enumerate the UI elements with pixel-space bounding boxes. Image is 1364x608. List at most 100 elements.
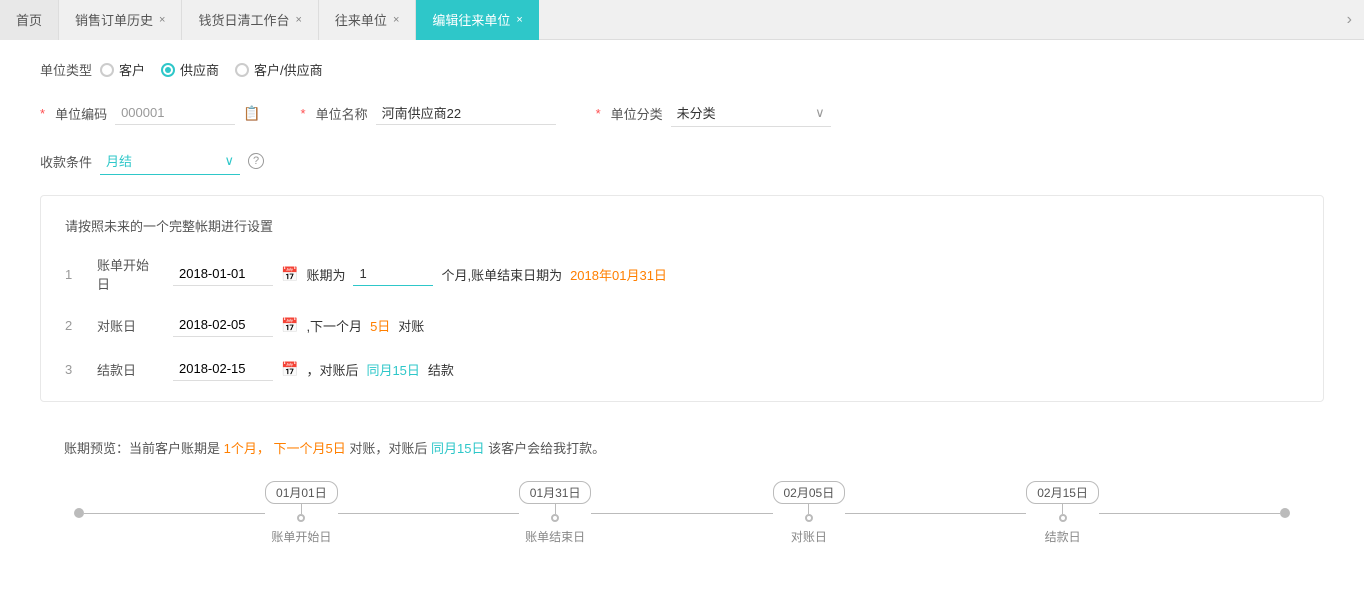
preview-section: 账期预览：当前客户账期是 1个月， 下一个月5日 对账，对账后 同月15日 该客… <box>40 422 1324 561</box>
unit-code-group: * 单位编码 📋 <box>40 101 261 125</box>
period-months-input[interactable] <box>353 262 433 286</box>
unit-category-group: * 单位分类 未分类 ∨ <box>596 99 831 127</box>
radio-supplier[interactable]: 供应商 <box>161 60 219 79</box>
unit-category-required: * <box>596 106 601 121</box>
timeline-line-3 <box>845 513 1026 514</box>
unit-code-copy-icon[interactable]: 📋 <box>243 105 260 122</box>
tab-home[interactable]: 首页 <box>0 0 59 40</box>
tab-contacts-label: 往来单位 <box>335 10 387 29</box>
tab-contacts[interactable]: 往来单位 × <box>319 0 416 40</box>
period-row-2: 2 对账日 📅 ,下一个月 5日 对账 <box>65 313 1299 337</box>
period-end-date-1: 2018年01月31日 <box>570 265 667 284</box>
radio-supplier-label: 供应商 <box>180 60 219 79</box>
period-suffix-end-2: 对账 <box>398 316 424 335</box>
timeline-line-1 <box>338 513 519 514</box>
period-num-2: 2 <box>65 318 81 333</box>
tab-sales-history[interactable]: 销售订单历史 × <box>59 0 182 40</box>
timeline-node-1: 01月01日 账单开始日 <box>265 481 338 545</box>
period-num-3: 3 <box>65 362 81 377</box>
payment-terms-value: 月结 <box>106 151 132 170</box>
unit-name-input[interactable] <box>376 101 556 125</box>
timeline-vline-2 <box>555 504 556 514</box>
period-suffix-end-3: 结款 <box>428 360 454 379</box>
preview-part1: 1个月， <box>224 441 270 456</box>
preview-text: 账期预览：当前客户账期是 1个月， 下一个月5日 对账，对账后 同月15日 该客… <box>64 438 1300 457</box>
unit-type-group: 单位类型 客户 供应商 客户/供应商 <box>40 60 323 79</box>
period-value-1: 📅 账期为 个月,账单结束日期为 2018年01月31日 <box>173 262 667 286</box>
tab-edit-contact-close[interactable]: × <box>516 14 522 26</box>
tab-home-label: 首页 <box>16 10 42 29</box>
timeline-sub-3: 对账日 <box>791 528 827 545</box>
tab-bar: 首页 销售订单历史 × 钱货日清工作台 × 往来单位 × 编辑往来单位 × › <box>0 0 1364 40</box>
main-content: 单位类型 客户 供应商 客户/供应商 * 单位编码 <box>0 40 1364 608</box>
radio-customer[interactable]: 客户 <box>100 60 145 79</box>
timeline-dot-3 <box>805 514 813 522</box>
tab-edit-contact-label: 编辑往来单位 <box>432 10 510 29</box>
tab-more-button[interactable]: › <box>1335 0 1364 40</box>
timeline-node-4: 02月15日 结款日 <box>1026 481 1099 545</box>
timeline-node-3: 02月05日 对账日 <box>773 481 846 545</box>
radio-customer-label: 客户 <box>119 60 145 79</box>
period-cal-icon-2[interactable]: 📅 <box>281 317 298 334</box>
payment-terms-help-icon[interactable]: ? <box>248 153 264 169</box>
timeline-vline-1 <box>301 504 302 514</box>
unit-type-label: 单位类型 <box>40 60 92 79</box>
timeline-container: 01月01日 账单开始日 01月31日 账单结束日 02月05日 对账日 <box>64 481 1300 545</box>
period-date-3[interactable] <box>173 357 273 381</box>
period-highlight-3: 同月15日 <box>366 360 419 379</box>
radio-customer-circle <box>100 63 114 77</box>
radio-customer-supplier-circle <box>235 63 249 77</box>
unit-category-value: 未分类 <box>677 103 716 122</box>
tab-cash-ledger-close[interactable]: × <box>295 14 301 26</box>
period-cal-icon-3[interactable]: 📅 <box>281 361 298 378</box>
timeline-line-4 <box>1099 513 1280 514</box>
tab-cash-ledger[interactable]: 钱货日清工作台 × <box>182 0 318 40</box>
timeline-end-dot <box>1280 508 1290 518</box>
payment-terms-row: 收款条件 月结 ∨ ? <box>40 147 1324 175</box>
period-settings-box: 请按照未来的一个完整帐期进行设置 1 账单开始日 📅 账期为 个月,账单结束日期… <box>40 195 1324 402</box>
unit-name-label: 单位名称 <box>316 104 368 123</box>
period-date-2[interactable] <box>173 313 273 337</box>
timeline-sub-2: 账单结束日 <box>525 528 585 545</box>
tab-contacts-close[interactable]: × <box>393 14 399 26</box>
tab-sales-history-label: 销售订单历史 <box>75 10 153 29</box>
period-label-3: 结款日 <box>97 360 157 379</box>
preview-middle: 对账，对账后 <box>349 441 427 456</box>
timeline-dot-4 <box>1059 514 1067 522</box>
timeline-badge-2: 01月31日 <box>519 481 592 504</box>
unit-name-required: * <box>301 106 306 121</box>
timeline-line-2 <box>591 513 772 514</box>
period-value-3: 📅 ，对账后 同月15日 结款 <box>173 357 454 381</box>
period-suffix-after-1: 个月,账单结束日期为 <box>441 265 562 284</box>
unit-code-required: * <box>40 106 45 121</box>
timeline-dot-1 <box>297 514 305 522</box>
tab-edit-contact[interactable]: 编辑往来单位 × <box>416 0 538 40</box>
timeline-line-0 <box>84 513 265 514</box>
unit-code-input[interactable] <box>115 101 235 125</box>
radio-customer-supplier-label: 客户/供应商 <box>254 60 323 79</box>
period-highlight-2: 5日 <box>370 316 390 335</box>
period-date-1[interactable] <box>173 262 273 286</box>
tab-cash-ledger-label: 钱货日清工作台 <box>198 10 289 29</box>
preview-part2: 下一个月5日 <box>274 441 346 456</box>
unit-category-select[interactable]: 未分类 ∨ <box>671 99 831 127</box>
period-suffix-before-1: 账期为 <box>306 265 345 284</box>
tab-sales-history-close[interactable]: × <box>159 14 165 26</box>
preview-prefix: 账期预览：当前客户账期是 <box>64 441 220 456</box>
preview-suffix: 该客户会给我打款。 <box>488 441 605 456</box>
unit-code-label: 单位编码 <box>55 104 107 123</box>
payment-terms-group: 收款条件 月结 ∨ ? <box>40 147 264 175</box>
period-cal-icon-1[interactable]: 📅 <box>281 266 298 283</box>
unit-name-group: * 单位名称 <box>301 101 556 125</box>
timeline-badge-1: 01月01日 <box>265 481 338 504</box>
timeline-sub-4: 结款日 <box>1045 528 1081 545</box>
timeline-vline-3 <box>808 504 809 514</box>
payment-terms-select[interactable]: 月结 ∨ <box>100 147 240 175</box>
radio-customer-supplier[interactable]: 客户/供应商 <box>235 60 323 79</box>
period-value-2: 📅 ,下一个月 5日 对账 <box>173 313 424 337</box>
code-name-category-row: * 单位编码 📋 * 单位名称 * 单位分类 未分类 ∨ <box>40 99 1324 127</box>
timeline-badge-4: 02月15日 <box>1026 481 1099 504</box>
radio-group: 客户 供应商 客户/供应商 <box>100 60 323 79</box>
payment-terms-dropdown-icon: ∨ <box>225 153 235 169</box>
period-settings-title: 请按照未来的一个完整帐期进行设置 <box>65 216 1299 235</box>
